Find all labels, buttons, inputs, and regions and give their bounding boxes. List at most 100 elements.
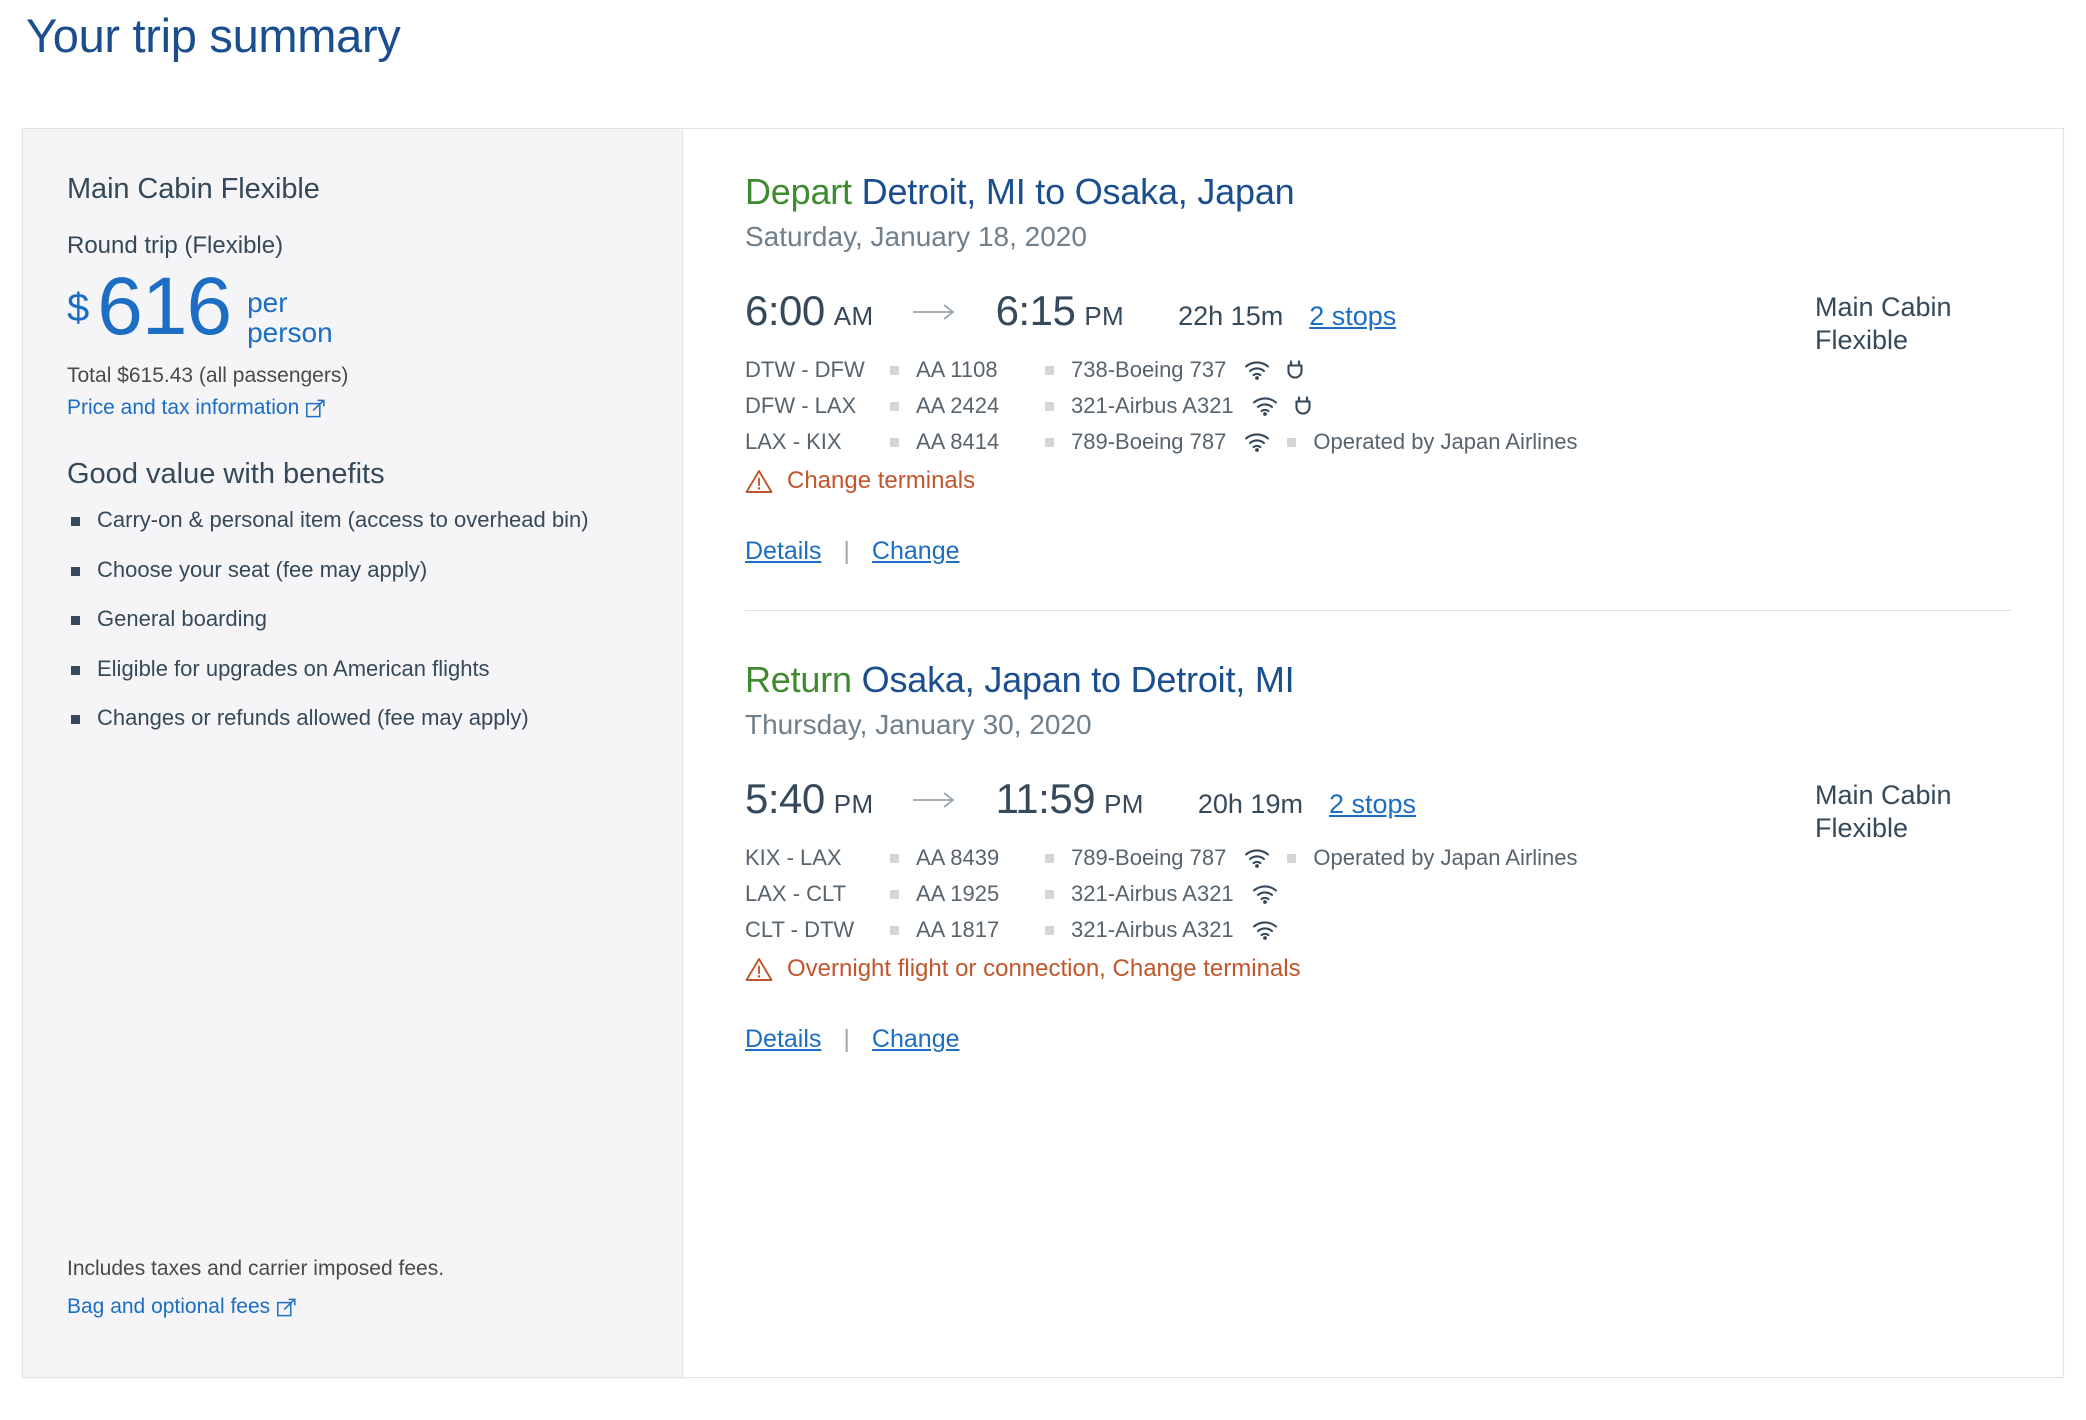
leg-depart: Depart Detroit, MI to Osaka, Japan Satur… xyxy=(745,171,2011,566)
bag-and-optional-fees-link[interactable]: Bag and optional fees xyxy=(67,1295,296,1319)
wifi-icon xyxy=(1244,360,1270,380)
flight-segment-row: CLT - DTW AA 1817 321-Airbus A321 xyxy=(745,917,1725,943)
separator-square-icon xyxy=(890,402,899,411)
price-display: $ 616 per person xyxy=(67,266,638,348)
segment-cities: LAX - KIX xyxy=(745,429,873,455)
link-divider: | xyxy=(843,1025,850,1054)
leg-body-depart: 6:00 AM 6:15 PM 22h 15m 2 stops xyxy=(745,287,2011,566)
segment-operated-by: Operated by Japan Airlines xyxy=(1313,845,1577,871)
change-link[interactable]: Change xyxy=(872,537,960,566)
taxes-note: Includes taxes and carrier imposed fees. xyxy=(67,1257,444,1281)
segment-equipment: 789-Boeing 787 xyxy=(1071,845,1226,871)
depart-time: 6:00 xyxy=(745,287,825,335)
change-link[interactable]: Change xyxy=(872,1025,960,1054)
flight-segment-row: LAX - KIX AA 8414 789-Boeing 787 xyxy=(745,429,1725,455)
separator-square-icon xyxy=(1045,854,1054,863)
flight-times-return: 5:40 PM 11:59 PM 20h 19m 2 stops xyxy=(745,775,1725,823)
leg-actions-return: Details | Change xyxy=(745,1025,1725,1054)
segment-amenities xyxy=(1252,920,1278,940)
arrive-time-ampm: PM xyxy=(1104,789,1144,820)
benefits-list: Carry-on & personal item (access to over… xyxy=(67,505,638,733)
separator-square-icon xyxy=(890,926,899,935)
segment-flight-number: AA 1817 xyxy=(916,917,1028,943)
depart-time-ampm: AM xyxy=(834,301,874,332)
benefit-item: Eligible for upgrades on American flight… xyxy=(67,654,638,684)
stops-link[interactable]: 2 stops xyxy=(1329,789,1416,820)
benefit-item: General boarding xyxy=(67,604,638,634)
leg-direction-label: Return xyxy=(745,659,852,700)
segment-flight-number: AA 1925 xyxy=(916,881,1028,907)
external-link-icon xyxy=(277,1298,296,1317)
depart-time: 5:40 xyxy=(745,775,825,823)
segment-amenities xyxy=(1244,359,1306,381)
segment-cities: DTW - DFW xyxy=(745,357,873,383)
leg-alert-text: Overnight flight or connection, Change t… xyxy=(787,955,1301,983)
leg-alert-return: Overnight flight or connection, Change t… xyxy=(745,955,1725,983)
separator-square-icon xyxy=(890,438,899,447)
leg-left-return: 5:40 PM 11:59 PM 20h 19m 2 stops xyxy=(745,775,1725,1054)
segment-cities: CLT - DTW xyxy=(745,917,873,943)
segment-amenities xyxy=(1252,395,1314,417)
arrow-right-icon xyxy=(912,791,958,809)
cabin-name: Main Cabin Flexible xyxy=(67,173,638,206)
stops-link[interactable]: 2 stops xyxy=(1309,301,1396,332)
flight-duration: 20h 19m xyxy=(1198,789,1303,820)
wifi-icon xyxy=(1252,920,1278,940)
segment-flight-number: AA 8439 xyxy=(916,845,1028,871)
price-unit-label: per person xyxy=(247,288,377,348)
segment-amenities xyxy=(1252,884,1278,904)
total-price-line: Total $615.43 (all passengers) xyxy=(67,364,638,388)
wifi-icon xyxy=(1244,848,1270,868)
power-outlet-icon xyxy=(1292,395,1314,417)
leg-heading-return: Return Osaka, Japan to Detroit, MI xyxy=(745,659,2011,701)
segment-operated-by: Operated by Japan Airlines xyxy=(1313,429,1577,455)
flight-duration: 22h 15m xyxy=(1178,301,1283,332)
segment-amenities xyxy=(1244,432,1270,452)
leg-direction-label: Depart xyxy=(745,171,852,212)
leg-body-return: 5:40 PM 11:59 PM 20h 19m 2 stops xyxy=(745,775,2011,1054)
separator-square-icon xyxy=(890,366,899,375)
segment-equipment: 738-Boeing 737 xyxy=(1071,357,1226,383)
price-and-tax-information-link[interactable]: Price and tax information xyxy=(67,396,325,420)
bag-and-optional-fees-label: Bag and optional fees xyxy=(67,1295,270,1319)
arrive-time-ampm: PM xyxy=(1084,301,1124,332)
segment-equipment: 321-Airbus A321 xyxy=(1071,881,1234,907)
wifi-icon xyxy=(1244,432,1270,452)
link-divider: | xyxy=(843,537,850,566)
flight-segment-row: DTW - DFW AA 1108 738-Boeing 737 xyxy=(745,357,1725,383)
leg-heading-depart: Depart Detroit, MI to Osaka, Japan xyxy=(745,171,2011,213)
separator-square-icon xyxy=(1287,854,1296,863)
segment-cities: LAX - CLT xyxy=(745,881,873,907)
fare-summary-sidebar: Main Cabin Flexible Round trip (Flexible… xyxy=(23,129,683,1377)
leg-route-label: Osaka, Japan to Detroit, MI xyxy=(862,659,1295,700)
currency-symbol: $ xyxy=(67,288,89,328)
segment-amenities xyxy=(1244,848,1270,868)
leg-date-depart: Saturday, January 18, 2020 xyxy=(745,221,2011,253)
details-link[interactable]: Details xyxy=(745,1025,821,1054)
separator-square-icon xyxy=(1045,926,1054,935)
leg-cabin-return: Main Cabin Flexible xyxy=(1815,775,2011,845)
segment-cities: DFW - LAX xyxy=(745,393,873,419)
arrive-time: 6:15 xyxy=(996,287,1076,335)
warning-triangle-icon xyxy=(745,469,773,494)
separator-square-icon xyxy=(1287,438,1296,447)
leg-date-return: Thursday, January 30, 2020 xyxy=(745,709,2011,741)
details-link[interactable]: Details xyxy=(745,537,821,566)
wifi-icon xyxy=(1252,884,1278,904)
power-outlet-icon xyxy=(1284,359,1306,381)
leg-route-label: Detroit, MI to Osaka, Japan xyxy=(862,171,1295,212)
flight-times-depart: 6:00 AM 6:15 PM 22h 15m 2 stops xyxy=(745,287,1725,335)
benefit-item: Changes or refunds allowed (fee may appl… xyxy=(67,703,638,733)
segment-equipment: 321-Airbus A321 xyxy=(1071,393,1234,419)
leg-return: Return Osaka, Japan to Detroit, MI Thurs… xyxy=(745,659,2011,1054)
separator-square-icon xyxy=(1045,438,1054,447)
segment-flight-number: AA 2424 xyxy=(916,393,1028,419)
depart-time-ampm: PM xyxy=(834,789,874,820)
segment-cities: KIX - LAX xyxy=(745,845,873,871)
leg-cabin-depart: Main Cabin Flexible xyxy=(1815,287,2011,357)
segment-flight-number: AA 8414 xyxy=(916,429,1028,455)
leg-alert-text: Change terminals xyxy=(787,467,975,495)
page-title: Your trip summary xyxy=(26,8,401,63)
flight-segment-row: LAX - CLT AA 1925 321-Airbus A321 xyxy=(745,881,1725,907)
separator-square-icon xyxy=(1045,402,1054,411)
